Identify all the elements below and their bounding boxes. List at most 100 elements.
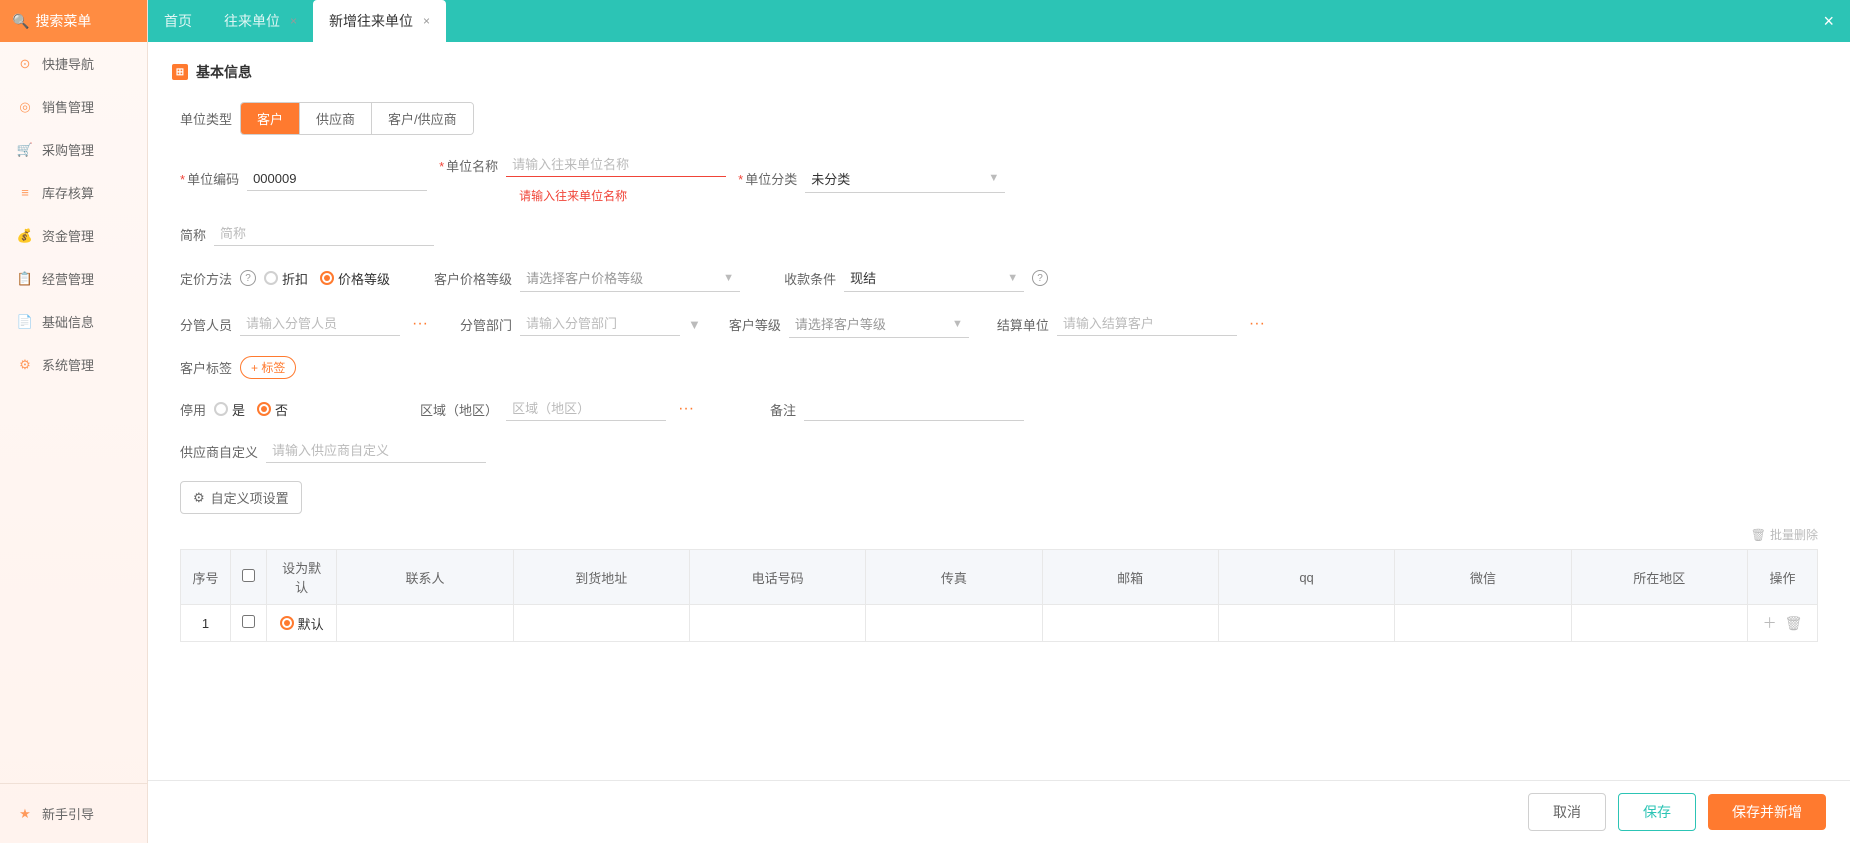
short-name-field: 简称 xyxy=(180,222,434,246)
tab-new-partner-close[interactable]: × xyxy=(423,14,430,28)
region-table-input[interactable] xyxy=(1582,616,1737,631)
sidebar-item-inventory[interactable]: ≡ 库存核算 xyxy=(0,171,147,214)
col-address: 到货地址 xyxy=(513,550,689,605)
sidebar-item-sales[interactable]: ◎销售管理 xyxy=(0,85,147,128)
form-section: 单位类型 客户 供应商 客户/供应商 *单位编码 xyxy=(172,102,1826,642)
customer-price-select[interactable]: 请选择客户价格等级 ▼ xyxy=(520,264,740,292)
customer-level-select[interactable]: 请选择客户等级 ▼ xyxy=(789,310,969,338)
region-more-btn[interactable]: ··· xyxy=(674,400,698,418)
sidebar-item-label: 快捷导航 xyxy=(42,54,94,73)
base-info-icon: 📄 xyxy=(16,313,34,331)
pricing-method-label: 定价方法 xyxy=(180,269,232,288)
col-region: 所在地区 xyxy=(1571,550,1747,605)
manager-input[interactable] xyxy=(240,312,400,336)
tab-partners-close[interactable]: × xyxy=(290,14,297,28)
disable-radio-group: 是 否 xyxy=(214,400,288,419)
finance-icon: 💰 xyxy=(16,227,34,245)
phone-input[interactable] xyxy=(700,616,855,631)
contact-input[interactable] xyxy=(347,616,502,631)
sidebar-item-base-info[interactable]: 📄基础信息 xyxy=(0,300,147,343)
row-checkbox[interactable] xyxy=(242,615,255,628)
payment-help-icon[interactable]: ? xyxy=(1032,270,1048,286)
unit-type-field: 单位类型 客户 供应商 客户/供应商 xyxy=(180,102,474,135)
manager-more-btn[interactable]: ··· xyxy=(408,315,432,333)
sidebar-item-guide[interactable]: ★ 新手引导 xyxy=(0,792,147,835)
add-tag-button[interactable]: + 标签 xyxy=(240,356,296,379)
search-icon: 🔍 xyxy=(12,13,29,30)
row-contact[interactable] xyxy=(337,605,513,642)
main-area: 首页 往来单位 × 新增往来单位 × × ⊞ 基本信息 单位类型 客户 xyxy=(148,0,1850,843)
select-all-checkbox[interactable] xyxy=(242,569,255,582)
row-phone[interactable] xyxy=(689,605,865,642)
address-input[interactable] xyxy=(524,616,679,631)
sidebar-item-label: 库存核算 xyxy=(42,183,94,202)
col-wechat: 微信 xyxy=(1395,550,1571,605)
batch-delete-button[interactable]: 🗑 批量删除 xyxy=(1751,526,1818,543)
wechat-input[interactable] xyxy=(1405,616,1560,631)
supplier-custom-row: 供应商自定义 xyxy=(180,439,1818,463)
radio-price-level[interactable]: 价格等级 xyxy=(320,269,390,288)
email-input[interactable] xyxy=(1053,616,1208,631)
type-btn-customer[interactable]: 客户 xyxy=(241,103,300,134)
row-fax[interactable] xyxy=(866,605,1042,642)
cancel-button[interactable]: 取消 xyxy=(1528,793,1606,831)
customer-price-field: 客户价格等级 请选择客户价格等级 ▼ xyxy=(434,264,740,292)
tab-bar-close-button[interactable]: × xyxy=(1807,11,1850,32)
unit-code-input[interactable] xyxy=(247,167,427,191)
type-btn-supplier[interactable]: 供应商 xyxy=(300,103,372,134)
settings-icon: ⚙ xyxy=(193,490,205,506)
remark-input[interactable] xyxy=(804,397,1024,421)
unit-name-label: *单位名称 xyxy=(439,156,498,175)
row-actions: ＋ 🗑 xyxy=(1748,605,1818,642)
sidebar-item-quick-nav[interactable]: ⊙快捷导航 xyxy=(0,42,147,85)
chevron-down-icon2: ▼ xyxy=(723,272,734,284)
short-name-label: 简称 xyxy=(180,225,206,244)
tab-partners[interactable]: 往来单位 × xyxy=(208,0,313,42)
delete-icon: 🗑 xyxy=(1751,528,1766,542)
col-qq: qq xyxy=(1218,550,1394,605)
pricing-help-icon[interactable]: ? xyxy=(240,270,256,286)
settlement-unit-input[interactable] xyxy=(1057,312,1237,336)
row-default-radio[interactable]: 默认 xyxy=(277,614,326,633)
unit-category-select[interactable]: 未分类 ▼ xyxy=(805,165,1005,193)
add-row-icon[interactable]: ＋ xyxy=(1763,613,1777,633)
table-section: 🗑 批量删除 序号 设为默认 联系人 到货地址 xyxy=(180,526,1818,642)
sidebar-item-finance[interactable]: 💰资金管理 xyxy=(0,214,147,257)
qq-input[interactable] xyxy=(1229,616,1384,631)
fax-input[interactable] xyxy=(876,616,1031,631)
inventory-icon: ≡ xyxy=(16,184,34,202)
tag-field: 客户标签 + 标签 xyxy=(180,356,296,379)
row-wechat[interactable] xyxy=(1395,605,1571,642)
department-input[interactable] xyxy=(520,312,680,336)
supplier-custom-input[interactable] xyxy=(266,439,486,463)
row-address[interactable] xyxy=(513,605,689,642)
row-region[interactable] xyxy=(1571,605,1747,642)
tags-row: 客户标签 + 标签 xyxy=(180,356,1818,379)
purchase-icon: 🛒 xyxy=(16,141,34,159)
sidebar-item-purchase[interactable]: 🛒采购管理 xyxy=(0,128,147,171)
sidebar-item-label: 经营管理 xyxy=(42,269,94,288)
tab-home[interactable]: 首页 xyxy=(148,0,208,42)
tab-new-partner[interactable]: 新增往来单位 × xyxy=(313,0,446,42)
region-input[interactable] xyxy=(506,397,666,421)
save-button[interactable]: 保存 xyxy=(1618,793,1696,831)
sidebar-item-system[interactable]: ⚙系统管理 xyxy=(0,343,147,386)
unit-name-input[interactable] xyxy=(506,153,726,177)
radio-disable-no[interactable]: 否 xyxy=(257,400,288,419)
unit-type-label: 单位类型 xyxy=(180,109,232,128)
payment-terms-select[interactable]: 现结 ▼ xyxy=(844,264,1024,292)
sidebar-search[interactable]: 🔍 搜索菜单 xyxy=(0,0,147,42)
delete-row-icon[interactable]: 🗑 xyxy=(1785,615,1803,632)
settlement-more-btn[interactable]: ··· xyxy=(1245,315,1269,333)
row-email[interactable] xyxy=(1042,605,1218,642)
row-qq[interactable] xyxy=(1218,605,1394,642)
sidebar-bottom: ★ 新手引导 xyxy=(0,783,147,843)
chevron-down-icon3: ▼ xyxy=(1007,272,1018,284)
radio-disable-yes[interactable]: 是 xyxy=(214,400,245,419)
type-btn-both[interactable]: 客户/供应商 xyxy=(372,103,473,134)
sidebar-item-operations[interactable]: 📋经营管理 xyxy=(0,257,147,300)
save-new-button[interactable]: 保存并新增 xyxy=(1708,794,1826,830)
short-name-input[interactable] xyxy=(214,222,434,246)
radio-discount[interactable]: 折扣 xyxy=(264,269,308,288)
custom-settings-button[interactable]: ⚙ 自定义项设置 xyxy=(180,481,302,514)
